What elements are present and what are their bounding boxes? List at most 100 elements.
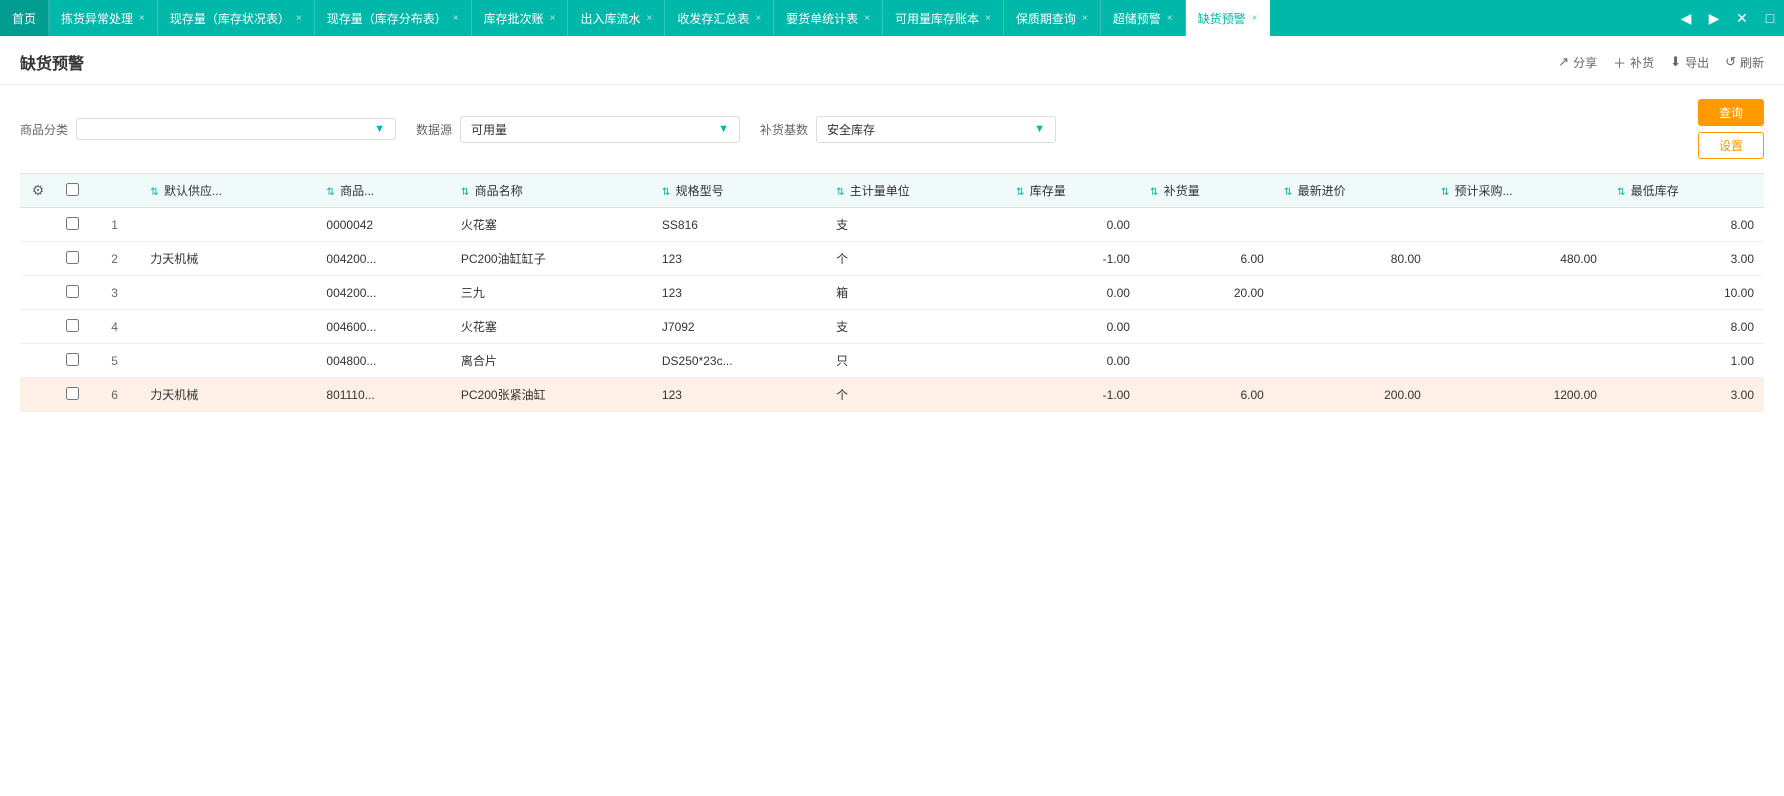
nav-tab-10[interactable]: 超储预警× xyxy=(1101,0,1186,36)
table-container: ⚙ ⇅ 默认供应... ⇅ 商品... ⇅ xyxy=(0,173,1784,412)
tab-close-btn-5[interactable]: × xyxy=(646,13,652,24)
spec-col-header[interactable]: ⇅ 规格型号 xyxy=(652,174,826,208)
nav-tab-3[interactable]: 现存量（库存分布表）× xyxy=(315,0,472,36)
latest-price-col-header[interactable]: ⇅ 最新进价 xyxy=(1274,174,1431,208)
tab-close-btn-2[interactable]: × xyxy=(296,13,302,24)
row-settings-0 xyxy=(20,208,56,242)
rownum-col-header xyxy=(89,174,140,208)
datasource-select[interactable]: 可用量 ▼ xyxy=(460,116,740,143)
unit-col-label: 主计量单位 xyxy=(850,184,910,198)
table-row[interactable]: 2 力天机械 004200... PC200油缸缸子 123 个 -1.00 6… xyxy=(20,242,1764,276)
export-icon: ⬇ xyxy=(1670,54,1681,70)
row-checkbox-cell-2[interactable] xyxy=(56,276,89,310)
filter-bar: 商品分类 ▼ 数据源 可用量 ▼ 补货基数 安全库存 ▼ 查询 设置 xyxy=(0,85,1784,173)
tab-close-btn-7[interactable]: × xyxy=(864,13,870,24)
supplier-col-header[interactable]: ⇅ 默认供应... xyxy=(140,174,316,208)
nav-tab-5[interactable]: 出入库流水× xyxy=(568,0,665,36)
row-product-code-3: 004600... xyxy=(316,310,450,344)
nav-tab-4[interactable]: 库存批次账× xyxy=(472,0,569,36)
estimated-purchase-col-header[interactable]: ⇅ 预计采购... xyxy=(1431,174,1607,208)
row-supplier-4 xyxy=(140,344,316,378)
tab-close-btn-4[interactable]: × xyxy=(550,13,556,24)
row-min-stock-2: 10.00 xyxy=(1607,276,1764,310)
replenish-col-label: 补货量 xyxy=(1164,184,1200,198)
row-checkbox-1[interactable] xyxy=(66,251,79,264)
row-replenish-5: 6.00 xyxy=(1140,378,1274,412)
row-checkbox-3[interactable] xyxy=(66,319,79,332)
min-stock-col-header[interactable]: ⇅ 最低库存 xyxy=(1607,174,1764,208)
tab-close-btn-1[interactable]: × xyxy=(139,13,145,24)
row-spec-3: J7092 xyxy=(652,310,826,344)
replenish-base-select[interactable]: 安全库存 ▼ xyxy=(816,116,1056,143)
nav-tab-9[interactable]: 保质期查询× xyxy=(1004,0,1101,36)
share-button[interactable]: ↗ 分享 xyxy=(1558,54,1597,71)
row-latest-price-2 xyxy=(1274,276,1431,310)
export-button[interactable]: ⬇ 导出 xyxy=(1670,54,1709,71)
table-row[interactable]: 6 力天机械 801110... PC200张紧油缸 123 个 -1.00 6… xyxy=(20,378,1764,412)
tab-close-btn-9[interactable]: × xyxy=(1082,13,1088,24)
row-checkbox-cell-0[interactable] xyxy=(56,208,89,242)
nav-tab-7[interactable]: 要货单统计表× xyxy=(774,0,883,36)
nav-expand-btn[interactable]: □ xyxy=(1756,0,1784,36)
row-estimated-purchase-2 xyxy=(1431,276,1607,310)
tab-close-btn-10[interactable]: × xyxy=(1167,13,1173,24)
tab-close-btn-11[interactable]: × xyxy=(1252,13,1258,24)
row-checkbox-5[interactable] xyxy=(66,387,79,400)
nav-tab-8[interactable]: 可用量库存账本× xyxy=(883,0,1004,36)
nav-tab-2[interactable]: 现存量（库存状况表）× xyxy=(158,0,315,36)
replenish-button[interactable]: ＋ 补货 xyxy=(1613,53,1654,72)
unit-col-header[interactable]: ⇅ 主计量单位 xyxy=(826,174,1006,208)
row-checkbox-cell-3[interactable] xyxy=(56,310,89,344)
row-spec-4: DS250*23c... xyxy=(652,344,826,378)
row-checkbox-cell-1[interactable] xyxy=(56,242,89,276)
nav-next-btn[interactable]: ▶ xyxy=(1700,0,1728,36)
replenish-col-header[interactable]: ⇅ 补货量 xyxy=(1140,174,1274,208)
row-unit-1: 个 xyxy=(826,242,1006,276)
nav-tab-6[interactable]: 收发存汇总表× xyxy=(665,0,774,36)
settings-button[interactable]: 设置 xyxy=(1698,132,1764,159)
row-estimated-purchase-3 xyxy=(1431,310,1607,344)
table-row[interactable]: 1 0000042 火花塞 SS816 支 0.00 8.00 xyxy=(20,208,1764,242)
nav-prev-btn[interactable]: ◀ xyxy=(1672,0,1700,36)
row-checkbox-cell-5[interactable] xyxy=(56,378,89,412)
gear-icon[interactable]: ⚙ xyxy=(32,182,45,198)
tab-close-btn-6[interactable]: × xyxy=(755,13,761,24)
product-name-col-header[interactable]: ⇅ 商品名称 xyxy=(451,174,652,208)
nav-tab-0[interactable]: 首页 xyxy=(0,0,49,36)
select-all-checkbox[interactable] xyxy=(66,183,79,196)
table-row[interactable]: 4 004600... 火花塞 J7092 支 0.00 8.00 xyxy=(20,310,1764,344)
product-name-sort-icon: ⇅ xyxy=(461,187,469,198)
nav-arrows: ◀ ▶ ✕ □ xyxy=(1672,0,1784,36)
row-product-name-4: 离合片 xyxy=(451,344,652,378)
checkbox-col-header[interactable] xyxy=(56,174,89,208)
tab-close-btn-3[interactable]: × xyxy=(453,13,459,24)
tab-close-btn-8[interactable]: × xyxy=(985,13,991,24)
share-label: 分享 xyxy=(1573,54,1597,71)
nav-tab-1[interactable]: 拣货异常处理× xyxy=(49,0,158,36)
nav-tab-11[interactable]: 缺货预警× xyxy=(1186,0,1271,36)
table-row[interactable]: 3 004200... 三九 123 箱 0.00 20.00 10.00 xyxy=(20,276,1764,310)
datasource-filter-label: 数据源 xyxy=(416,121,452,138)
row-min-stock-3: 8.00 xyxy=(1607,310,1764,344)
refresh-button[interactable]: ↺ 刷新 xyxy=(1725,54,1764,71)
page-header: 缺货预警 ↗ 分享 ＋ 补货 ⬇ 导出 ↺ 刷新 xyxy=(0,36,1784,85)
refresh-label: 刷新 xyxy=(1740,54,1764,71)
row-checkbox-cell-4[interactable] xyxy=(56,344,89,378)
category-select[interactable]: ▼ xyxy=(76,118,396,140)
replenish-icon: ＋ xyxy=(1613,53,1626,72)
stock-col-header[interactable]: ⇅ 库存量 xyxy=(1006,174,1140,208)
product-code-col-header[interactable]: ⇅ 商品... xyxy=(316,174,450,208)
row-checkbox-2[interactable] xyxy=(66,285,79,298)
query-button[interactable]: 查询 xyxy=(1698,99,1764,126)
row-num-1: 2 xyxy=(89,242,140,276)
table-row[interactable]: 5 004800... 离合片 DS250*23c... 只 0.00 1.00 xyxy=(20,344,1764,378)
row-checkbox-0[interactable] xyxy=(66,217,79,230)
latest-price-col-label: 最新进价 xyxy=(1298,184,1346,198)
settings-col-header[interactable]: ⚙ xyxy=(20,174,56,208)
row-checkbox-4[interactable] xyxy=(66,353,79,366)
nav-close-btn[interactable]: ✕ xyxy=(1728,0,1756,36)
row-num-3: 4 xyxy=(89,310,140,344)
row-replenish-2: 20.00 xyxy=(1140,276,1274,310)
row-replenish-0 xyxy=(1140,208,1274,242)
row-estimated-purchase-4 xyxy=(1431,344,1607,378)
